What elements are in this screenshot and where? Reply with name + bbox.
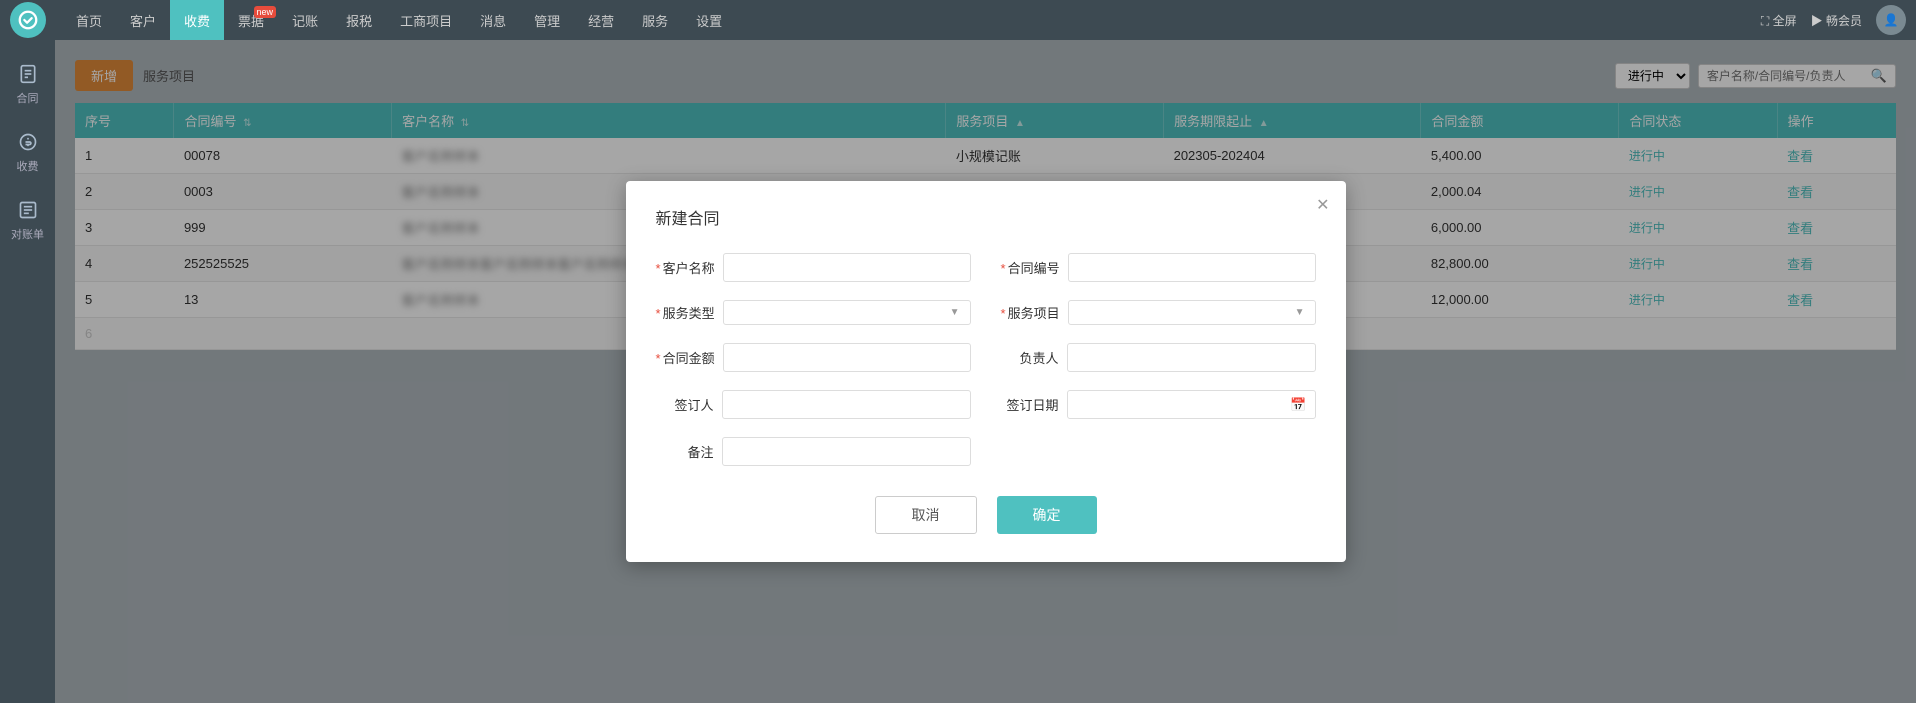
modal-overlay: 新建合同 ✕ *客户名称 *合同编号 *服务类型	[55, 40, 1916, 703]
main-layout: 合同 收费 对账单 新增 服务项目	[0, 40, 1916, 703]
cancel-button[interactable]: 取消	[875, 496, 977, 534]
new-badge: new	[254, 6, 277, 18]
form-row-3: *合同金额 0.00 负责人	[656, 343, 1316, 372]
sidebar-item-contract[interactable]: 合同	[0, 50, 55, 118]
service-type-select[interactable]: ▼	[723, 300, 971, 325]
sidebar-item-statement[interactable]: 对账单	[0, 186, 55, 254]
sidebar: 合同 收费 对账单	[0, 40, 55, 703]
responsible-label: 负责人	[1001, 348, 1059, 367]
nav-right-area: ⛶ 全屏 ▶ 畅会员 👤	[1761, 5, 1906, 35]
field-customer-name: *客户名称	[656, 253, 971, 282]
dialog-footer: 取消 确定	[656, 496, 1316, 534]
confirm-button[interactable]: 确定	[997, 496, 1097, 534]
service-item-arrow-icon: ▼	[1295, 307, 1305, 318]
service-item-label: *服务项目	[1001, 303, 1060, 322]
contract-no-input[interactable]	[1068, 253, 1316, 282]
field-contract-no: *合同编号	[1001, 253, 1316, 282]
field-service-item: *服务项目 ▼	[1001, 300, 1316, 325]
nav-ticket[interactable]: 票据 new	[224, 0, 278, 40]
fullscreen-button[interactable]: ⛶ 全屏	[1761, 12, 1797, 29]
field-contract-amount: *合同金额 0.00	[656, 343, 971, 372]
form-row-5: 备注	[656, 437, 1316, 466]
contract-icon	[16, 62, 40, 86]
app-logo	[10, 2, 46, 38]
top-navigation: 首页 客户 收费 票据 new 记账 报税 工商项目 消息 管理 经营 服务 设…	[0, 0, 1916, 40]
nav-fee[interactable]: 收费	[170, 0, 224, 40]
customer-name-input[interactable]	[723, 253, 971, 282]
contract-amount-label: *合同金额	[656, 348, 715, 367]
customer-name-label: *客户名称	[656, 258, 715, 277]
nav-message[interactable]: 消息	[466, 0, 520, 40]
nav-settings[interactable]: 设置	[682, 0, 736, 40]
form-row-4: 签订人 签订日期 2023-06-06 📅	[656, 390, 1316, 419]
nav-home[interactable]: 首页	[62, 0, 116, 40]
field-service-type: *服务类型 ▼	[656, 300, 971, 325]
user-avatar[interactable]: 👤	[1876, 5, 1906, 35]
fee-icon	[16, 130, 40, 154]
new-contract-dialog: 新建合同 ✕ *客户名称 *合同编号 *服务类型	[626, 181, 1346, 562]
sign-date-label: 签订日期	[1001, 395, 1059, 414]
sign-date-picker[interactable]: 2023-06-06 📅	[1067, 390, 1316, 419]
member-button[interactable]: ▶ 畅会员	[1811, 12, 1862, 29]
service-type-arrow-icon: ▼	[950, 307, 960, 318]
notes-label: 备注	[656, 442, 714, 461]
field-responsible: 负责人	[1001, 343, 1316, 372]
field-signer: 签订人	[656, 390, 971, 419]
responsible-input[interactable]	[1067, 343, 1316, 372]
nav-business[interactable]: 工商项目	[386, 0, 466, 40]
nav-service[interactable]: 服务	[628, 0, 682, 40]
signer-label: 签订人	[656, 395, 714, 414]
service-type-label: *服务类型	[656, 303, 715, 322]
nav-manage[interactable]: 管理	[520, 0, 574, 40]
nav-operation[interactable]: 经营	[574, 0, 628, 40]
sign-date-input[interactable]: 2023-06-06	[1068, 391, 1283, 418]
notes-input[interactable]	[722, 437, 971, 466]
nav-tax[interactable]: 报税	[332, 0, 386, 40]
nav-bookkeeping[interactable]: 记账	[278, 0, 332, 40]
statement-icon	[16, 198, 40, 222]
contract-amount-input[interactable]: 0.00	[723, 343, 971, 372]
calendar-icon[interactable]: 📅	[1282, 397, 1314, 413]
form-row-2: *服务类型 ▼ *服务项目 ▼	[656, 300, 1316, 325]
field-sign-date: 签订日期 2023-06-06 📅	[1001, 390, 1316, 419]
content-area: 新增 服务项目 进行中 已完成 已终止 🔍 序号 合同编号 ⇅	[55, 40, 1916, 703]
form-row-1: *客户名称 *合同编号	[656, 253, 1316, 282]
service-item-select[interactable]: ▼	[1068, 300, 1316, 325]
sidebar-item-fee[interactable]: 收费	[0, 118, 55, 186]
dialog-title: 新建合同	[656, 205, 1316, 229]
field-notes: 备注	[656, 437, 971, 466]
dialog-close-button[interactable]: ✕	[1316, 195, 1329, 215]
contract-no-label: *合同编号	[1001, 258, 1060, 277]
signer-input[interactable]	[722, 390, 971, 419]
nav-customer[interactable]: 客户	[116, 0, 170, 40]
